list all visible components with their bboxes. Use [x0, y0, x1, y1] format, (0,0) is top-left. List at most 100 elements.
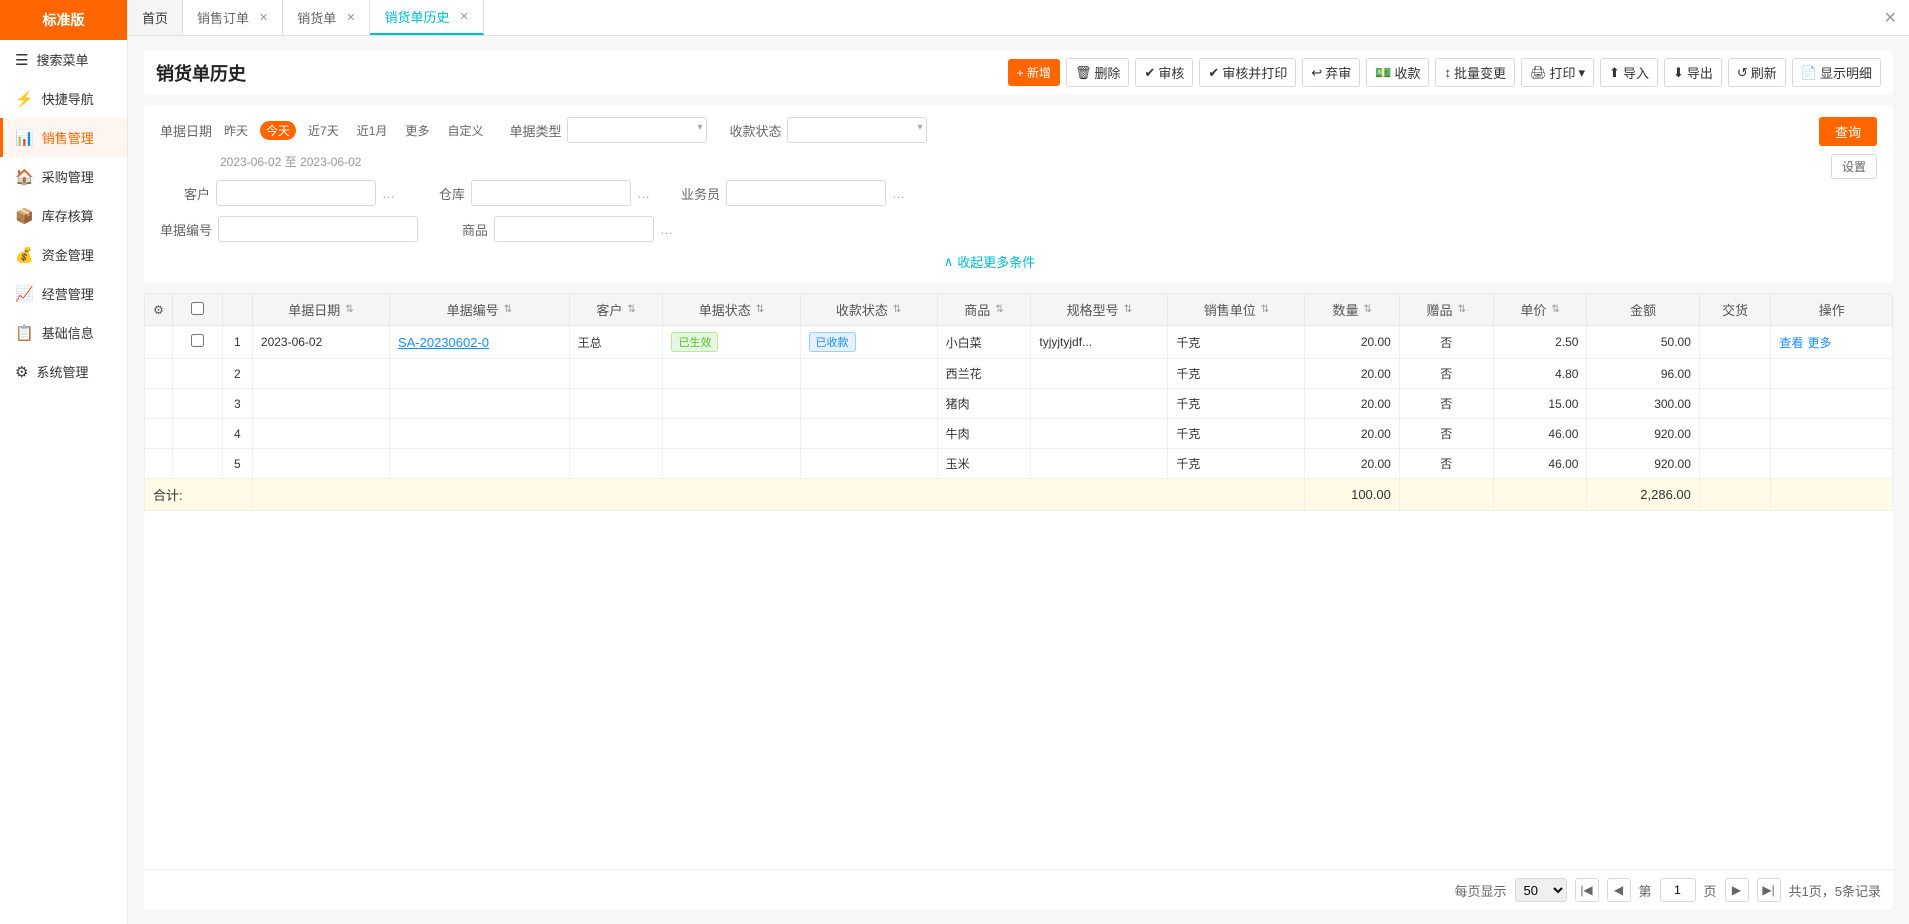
tab-sales-delivery-close[interactable]: ✕ [346, 11, 355, 24]
goods-input[interactable] [494, 216, 654, 242]
sidebar-item-basic[interactable]: 📋 基础信息 [0, 313, 127, 352]
filter-salesman: 业务员 … [670, 180, 905, 206]
sort-spec-icon: ⇅ [1124, 304, 1132, 315]
batch-change-button[interactable]: ↕ 批量变更 [1435, 58, 1515, 87]
collect-status-select[interactable] [787, 117, 927, 143]
tab-sales-delivery[interactable]: 销货单 ✕ [283, 0, 370, 35]
audit-print-button[interactable]: ✔ 审核并打印 [1199, 58, 1296, 87]
collect-icon: 💵 [1375, 65, 1391, 81]
goods-picker[interactable]: … [660, 222, 673, 237]
show-detail-button[interactable]: 📄 显示明细 [1792, 58, 1881, 87]
next-page-button[interactable]: ▶ [1725, 878, 1749, 902]
sort-docno-icon: ⇅ [504, 304, 512, 315]
per-page-select[interactable]: 50 100 [1515, 878, 1567, 902]
settings-button[interactable]: 设置 [1831, 154, 1877, 179]
th-price[interactable]: 单价⇅ [1493, 294, 1587, 326]
sidebar-item-label: 系统管理 [36, 362, 88, 381]
sidebar-item-operation[interactable]: 📈 经营管理 [0, 274, 127, 313]
collapse-arrow-icon: ∧ [944, 254, 954, 270]
customer-label: 客户 [160, 184, 210, 203]
select-all-checkbox[interactable] [191, 302, 204, 315]
doc-type-select[interactable] [567, 117, 707, 143]
th-spec[interactable]: 规格型号⇅ [1031, 294, 1168, 326]
sort-gift-icon: ⇅ [1458, 304, 1466, 315]
close-all-tabs[interactable]: ✕ [1872, 8, 1909, 28]
sidebar-item-system[interactable]: ⚙ 系统管理 [0, 352, 127, 391]
sidebar-item-sales[interactable]: 📊 销售管理 [0, 118, 127, 157]
audit-button[interactable]: ✔ 审核 [1135, 58, 1193, 87]
salesman-picker[interactable]: … [892, 186, 905, 201]
collapse-button[interactable]: ∧ 收起更多条件 [160, 252, 1819, 271]
sidebar-item-purchase[interactable]: 🏠 采购管理 [0, 157, 127, 196]
date-btn-custom[interactable]: 自定义 [441, 121, 489, 140]
customer-picker[interactable]: … [382, 186, 395, 201]
export-button[interactable]: ⬇ 导出 [1664, 58, 1722, 87]
per-page-label: 每页显示 [1454, 881, 1506, 900]
delete-button[interactable]: 🗑 删除 [1066, 58, 1130, 87]
tab-sales-history-close[interactable]: ✕ [460, 10, 469, 23]
th-goods[interactable]: 商品⇅ [937, 294, 1031, 326]
th-price-label: 单价 [1520, 300, 1546, 319]
last-page-button[interactable]: ▶| [1757, 878, 1781, 902]
salesman-input[interactable] [726, 180, 886, 206]
tab-home[interactable]: 首页 [128, 0, 183, 35]
warehouse-input[interactable] [471, 180, 631, 206]
sidebar-item-search[interactable]: ☰ 搜索菜单 [0, 40, 127, 79]
doc-no-input[interactable] [218, 216, 418, 242]
collect-button[interactable]: 💵 收款 [1366, 58, 1429, 87]
th-checkbox[interactable] [173, 294, 223, 326]
delete-label: 删除 [1094, 63, 1120, 82]
first-page-button[interactable]: |◀ [1575, 878, 1599, 902]
th-gift[interactable]: 赠品⇅ [1399, 294, 1493, 326]
toolbar: + 新增 🗑 删除 ✔ 审核 ✔ 审核并打印 ↩ 弃审 [1008, 58, 1881, 87]
filter-row-1: 单据日期 昨天 今天 近7天 近1月 更多 自定义 单据类型 [160, 117, 1819, 143]
th-date-label: 单据日期 [288, 300, 340, 319]
doc-type-label: 单据类型 [509, 121, 561, 140]
view-op-button[interactable]: 查看 [1779, 336, 1803, 350]
th-date[interactable]: 单据日期⇅ [252, 294, 389, 326]
sidebar-item-quicknav[interactable]: ⚡ 快捷导航 [0, 79, 127, 118]
abandon-button[interactable]: ↩ 弃审 [1302, 58, 1360, 87]
show-detail-label: 显示明细 [1820, 63, 1872, 82]
tab-sales-order[interactable]: 销售订单 ✕ [183, 0, 283, 35]
table-row: 4牛肉千克20.00否46.00920.00 [145, 419, 1893, 449]
sidebar-item-finance[interactable]: 💰 资金管理 [0, 235, 127, 274]
date-btn-more[interactable]: 更多 [399, 121, 435, 140]
doc-no-link[interactable]: SA-20230602-0 [398, 335, 489, 350]
print-dropdown-icon: ▾ [1579, 65, 1586, 81]
date-btn-yesterday[interactable]: 昨天 [218, 121, 254, 140]
page-number-input[interactable] [1660, 878, 1696, 902]
th-unit[interactable]: 销售单位⇅ [1168, 294, 1305, 326]
sidebar-item-label: 资金管理 [42, 245, 94, 264]
sort-qty-icon: ⇅ [1363, 304, 1371, 315]
import-button[interactable]: ⬆ 导入 [1600, 58, 1658, 87]
more-op-button[interactable]: 更多 [1807, 336, 1831, 350]
date-btn-1month[interactable]: 近1月 [351, 121, 394, 140]
sidebar-item-label: 经营管理 [42, 284, 94, 303]
warehouse-label: 仓库 [415, 184, 465, 203]
date-btn-today[interactable]: 今天 [260, 121, 296, 140]
import-icon: ⬆ [1609, 65, 1620, 81]
prev-page-button[interactable]: ◀ [1607, 878, 1631, 902]
th-qty[interactable]: 数量⇅ [1305, 294, 1399, 326]
new-button[interactable]: + 新增 [1008, 59, 1060, 86]
th-customer[interactable]: 客户⇅ [569, 294, 663, 326]
tab-sales-history[interactable]: 销货单历史 ✕ [370, 0, 483, 35]
sidebar-item-label: 快捷导航 [42, 89, 94, 108]
customer-input[interactable] [216, 180, 376, 206]
query-button[interactable]: 查询 [1819, 117, 1877, 146]
print-button[interactable]: 🖨 打印 ▾ [1521, 58, 1594, 87]
th-doc-no[interactable]: 单据编号⇅ [389, 294, 569, 326]
refresh-button[interactable]: ↺ 刷新 [1728, 58, 1786, 87]
quicknav-icon: ⚡ [15, 90, 34, 108]
warehouse-picker[interactable]: … [637, 186, 650, 201]
sort-collectstatus-icon: ⇅ [893, 304, 901, 315]
th-collect-status[interactable]: 收款状态⇅ [800, 294, 937, 326]
th-doc-status[interactable]: 单据状态⇅ [663, 294, 800, 326]
th-settings[interactable]: ⚙ [145, 294, 173, 326]
tab-sales-order-close[interactable]: ✕ [259, 11, 268, 24]
total-amount: 2,286.00 [1640, 487, 1691, 502]
table-row: 3猪肉千克20.00否15.00300.00 [145, 389, 1893, 419]
sidebar-item-inventory[interactable]: 📦 库存核算 [0, 196, 127, 235]
date-btn-7days[interactable]: 近7天 [302, 121, 345, 140]
